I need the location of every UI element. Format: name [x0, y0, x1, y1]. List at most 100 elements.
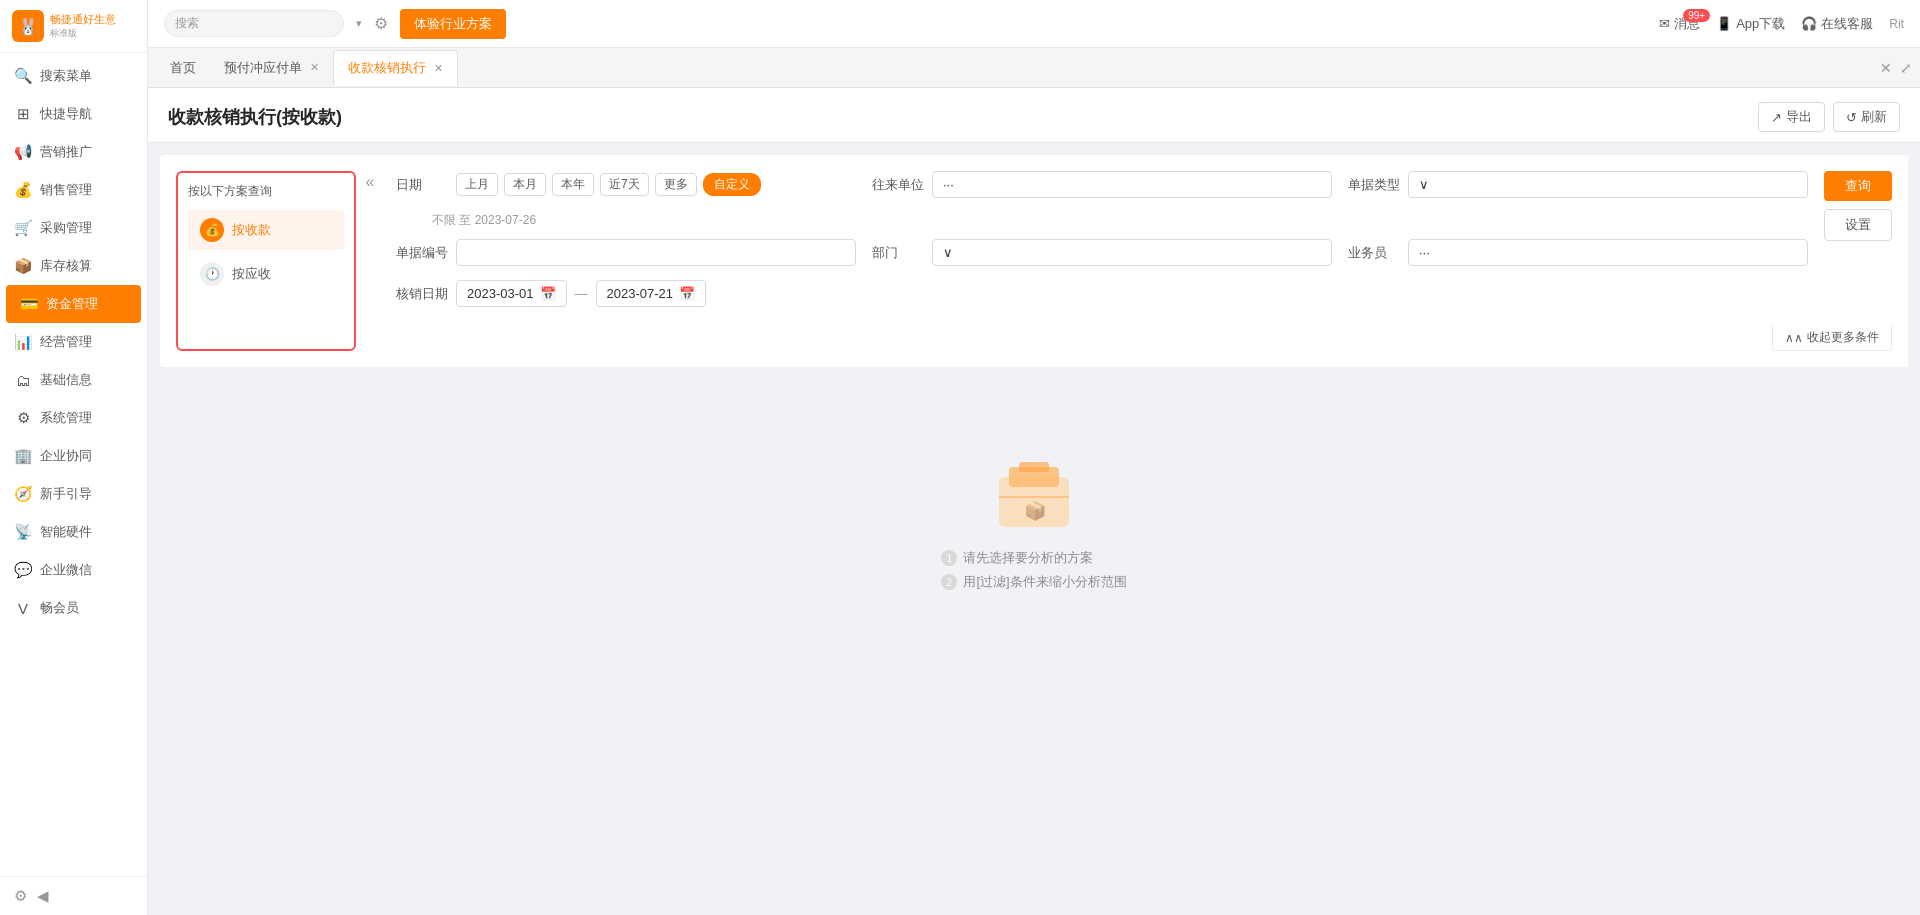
content-area: 收款核销执行(按收款) ↗ 导出 ↺ 刷新 按以下方案查询 💰 — [148, 88, 1920, 915]
date-btn-last-month[interactable]: 上月 — [456, 173, 498, 196]
tabbar: 首页 预付冲应付单 ✕ 收款核销执行 ✕ ✕ ⤢ — [148, 48, 1920, 88]
empty-tip-2: 2 用[过滤]条件来缩小分析范围 — [941, 573, 1126, 591]
settings-icon[interactable]: ⚙ — [14, 887, 27, 905]
filter-actions: 查询 设置 — [1824, 171, 1892, 241]
sidebar-item-sales[interactable]: 💰销售管理 — [0, 171, 147, 209]
sidebar-item-member[interactable]: V畅会员 — [0, 589, 147, 627]
svg-rect-2 — [1019, 462, 1049, 472]
app-download-btn[interactable]: 📱 App下载 — [1716, 15, 1785, 33]
sidebar-search-menu-icon: 🔍 — [14, 67, 32, 85]
online-service-btn[interactable]: 🎧 在线客服 — [1801, 15, 1873, 33]
export-icon: ↗ — [1771, 110, 1782, 125]
dropdown-arrow-icon[interactable]: ▾ — [356, 17, 362, 30]
sidebar-item-wechat[interactable]: 💬企业微信 — [0, 551, 147, 589]
filter-row-date: 日期 上月 本月 本年 近7天 更多 自定义 — [396, 171, 1808, 198]
tab-receipt-verify-close-icon[interactable]: ✕ — [434, 62, 443, 75]
tab-prepay-close-icon[interactable]: ✕ — [310, 61, 319, 74]
sidebar-quick-nav-icon: ⊞ — [14, 105, 32, 123]
sidebar-item-label: 营销推广 — [40, 143, 92, 161]
industry-btn[interactable]: 体验行业方案 — [400, 9, 506, 39]
date-btn-more[interactable]: 更多 — [655, 173, 697, 196]
filter-field-dept: 部门 ∨ — [872, 239, 1332, 266]
tip-2-text: 用[过滤]条件来缩小分析范围 — [963, 573, 1126, 591]
sidebar-guide-icon: 🧭 — [14, 485, 32, 503]
sidebar-wechat-icon: 💬 — [14, 561, 32, 579]
topbar: 搜索 ▾ ⚙ 体验行业方案 ✉ 消息 99+ 📱 App下载 🎧 在线客服 Ri… — [148, 0, 1920, 48]
tab-prepay[interactable]: 预付冲应付单 ✕ — [210, 50, 333, 86]
sidebar-purchase-icon: 🛒 — [14, 219, 32, 237]
tab-receipt-verify[interactable]: 收款核销执行 ✕ — [333, 50, 458, 86]
sidebar-inventory-icon: 📦 — [14, 257, 32, 275]
filter-row-docnum: 单据编号 部门 ∨ 业务员 — [396, 239, 1808, 266]
sidebar-item-inventory[interactable]: 📦 库存核算 — [0, 247, 147, 285]
partner-select[interactable]: ··· — [932, 171, 1332, 198]
tabbar-actions: ✕ ⤢ — [1880, 60, 1912, 76]
sidebar-item-label: 采购管理 — [40, 219, 92, 237]
sidebar-item-marketing[interactable]: 📢营销推广 — [0, 133, 147, 171]
service-icon: 🎧 — [1801, 16, 1817, 31]
message-btn[interactable]: ✉ 消息 99+ — [1659, 15, 1700, 33]
dept-select[interactable]: ∨ — [932, 239, 1332, 266]
refresh-btn[interactable]: ↺ 刷新 — [1833, 102, 1900, 132]
by-receipt-icon: 💰 — [200, 218, 224, 242]
partner-dots: ··· — [943, 177, 954, 192]
sidebar-item-search-menu[interactable]: 🔍搜索菜单 — [0, 57, 147, 95]
sidebar-item-system[interactable]: ⚙系统管理 — [0, 399, 147, 437]
sidebar: 🐰 畅捷通好生意 标准版 🔍搜索菜单⊞快捷导航📢营销推广💰销售管理🛒采购管理📦库… — [0, 0, 148, 915]
gear-icon[interactable]: ⚙ — [374, 14, 388, 33]
date-btn-this-month[interactable]: 本月 — [504, 173, 546, 196]
doc-type-select[interactable]: ∨ — [1408, 171, 1808, 198]
sidebar-item-label: 快捷导航 — [40, 105, 92, 123]
filter-field-date: 日期 上月 本月 本年 近7天 更多 自定义 — [396, 173, 856, 196]
close-all-tabs-icon[interactable]: ✕ — [1880, 60, 1892, 76]
by-payable-label: 按应收 — [232, 265, 271, 283]
sidebar-item-label: 新手引导 — [40, 485, 92, 503]
filter-form: 日期 上月 本月 本年 近7天 更多 自定义 — [396, 171, 1892, 351]
sidebar-item-hardware[interactable]: 📡智能硬件 — [0, 513, 147, 551]
doc-num-input[interactable] — [456, 239, 856, 266]
by-payable-icon: 🕐 — [200, 262, 224, 286]
empty-illustration: 📦 — [989, 447, 1079, 537]
sidebar-item-purchase[interactable]: 🛒 采购管理 — [0, 209, 147, 247]
filter-option-by-receipt[interactable]: 💰 按收款 — [188, 210, 344, 250]
verify-date-start-input[interactable]: 2023-03-01 📅 — [456, 280, 567, 307]
filter-option-by-payable[interactable]: 🕐 按应收 — [188, 254, 344, 294]
sidebar-item-guide[interactable]: 🧭 新手引导 — [0, 475, 147, 513]
date-btn-this-year[interactable]: 本年 — [552, 173, 594, 196]
sidebar-item-finance[interactable]: 💳资金管理 — [6, 285, 141, 323]
sidebar-item-quick-nav[interactable]: ⊞ 快捷导航 — [0, 95, 147, 133]
page-actions: ↗ 导出 ↺ 刷新 — [1758, 102, 1900, 132]
sidebar-item-label: 系统管理 — [40, 409, 92, 427]
sidebar-item-basic-info[interactable]: 🗂基础信息 — [0, 361, 147, 399]
sidebar-hardware-icon: 📡 — [14, 523, 32, 541]
user-info[interactable]: Rit — [1889, 17, 1904, 31]
sidebar-item-label: 库存核算 — [40, 257, 92, 275]
date-btn-7days[interactable]: 近7天 — [600, 173, 649, 196]
page-title: 收款核销执行(按收款) — [168, 105, 342, 129]
expand-tabs-icon[interactable]: ⤢ — [1900, 60, 1912, 76]
tab-prepay-label: 预付冲应付单 — [224, 59, 302, 77]
refresh-icon: ↺ — [1846, 110, 1857, 125]
setting-btn[interactable]: 设置 — [1824, 209, 1892, 241]
date-btn-custom[interactable]: 自定义 — [703, 173, 761, 196]
tab-home[interactable]: 首页 — [156, 50, 210, 86]
export-btn[interactable]: ↗ 导出 — [1758, 102, 1825, 132]
collapse-more-btn[interactable]: ∧∧ 收起更多条件 — [1772, 325, 1892, 351]
filter-field-docnum: 单据编号 — [396, 239, 856, 266]
verify-date-end-input[interactable]: 2023-07-21 📅 — [596, 280, 707, 307]
verify-date-label: 核销日期 — [396, 285, 448, 303]
collapse-sidebar-icon[interactable]: ◀ — [37, 887, 49, 905]
filter-options-panel: 按以下方案查询 💰 按收款 🕐 按应收 — [176, 171, 356, 351]
staff-dots: ··· — [1419, 245, 1430, 260]
sidebar-item-enterprise[interactable]: 🏢企业协同 — [0, 437, 147, 475]
sidebar-item-operations[interactable]: 📊经营管理 — [0, 323, 147, 361]
filter-field-partner: 往来单位 ··· — [872, 171, 1332, 198]
query-btn[interactable]: 查询 — [1824, 171, 1892, 201]
empty-state: 📦 1 请先选择要分析的方案 2 用[过滤]条件来缩小分析范围 — [148, 367, 1920, 631]
dept-label: 部门 — [872, 244, 924, 262]
collapse-left-panel-btn[interactable]: « — [360, 171, 380, 351]
sidebar-nav: 🔍搜索菜单 ⊞ 快捷导航 📢营销推广💰销售管理 🛒 采购管理 📦 库存核算 💳资金管理📊经营管理… — [0, 53, 147, 876]
staff-select[interactable]: ··· — [1408, 239, 1808, 266]
filter-field-verify-date: 核销日期 2023-03-01 📅 — 2023-07-21 — [396, 280, 1808, 307]
search-input[interactable]: 搜索 — [164, 10, 344, 37]
